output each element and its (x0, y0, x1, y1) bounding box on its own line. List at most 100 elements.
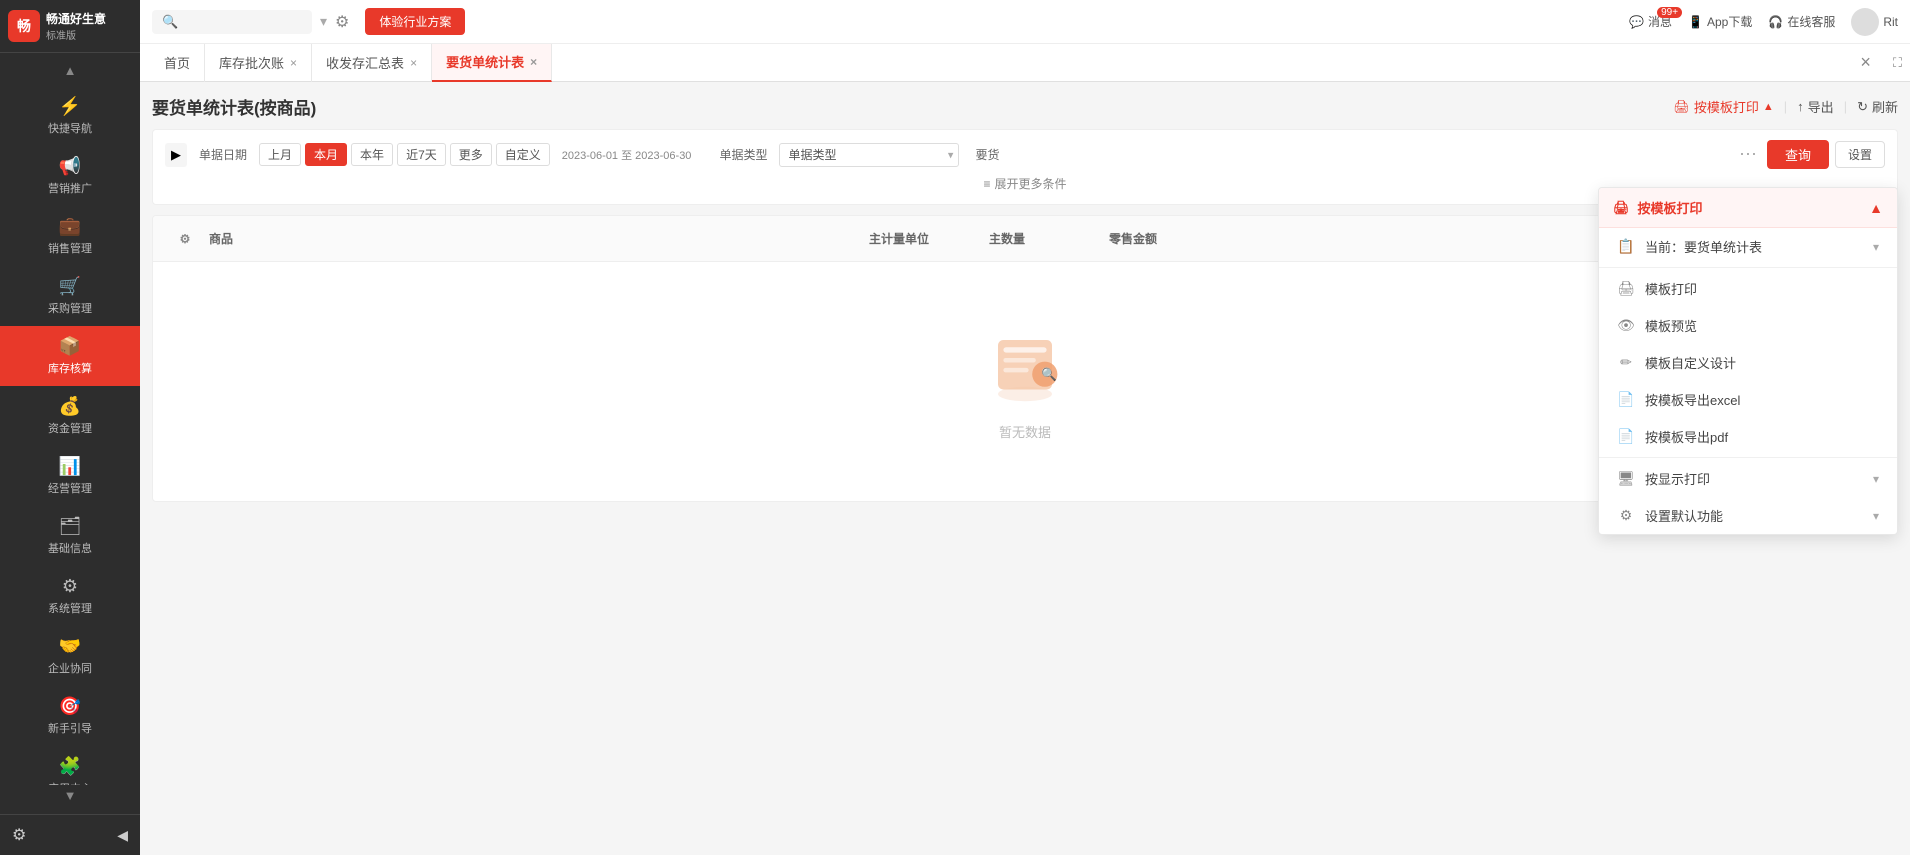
jichu-icon: 🗂 (59, 516, 82, 537)
sidebar-item-yingxiao[interactable]: 📢 营销推广 (0, 146, 140, 206)
print-template-dropdown: 🖨 按模板打印 ▲ 📋 当前：要货单统计表 ▾ 🖨 模板打印 (1598, 187, 1898, 535)
user-avatar-button[interactable]: Rit (1851, 8, 1898, 36)
message-icon: 💬 (1629, 15, 1644, 29)
filter-expand-arrow[interactable]: ▶ (165, 143, 187, 167)
dropdown-template-print[interactable]: 🖨 模板打印 (1599, 270, 1897, 307)
app-logo-text: 畅通好生意 标准版 (46, 10, 106, 42)
sidebar-item-label: 系统管理 (48, 600, 92, 616)
sidebar-item-jichu[interactable]: 🗂 基础信息 (0, 506, 140, 566)
tab-home[interactable]: 首页 (150, 44, 205, 82)
dropdown-template-preview[interactable]: 👁 模板预览 (1599, 307, 1897, 344)
sidebar-item-xinshou[interactable]: 🎯 新手引导 (0, 686, 140, 746)
empty-text: 暂无数据 (999, 422, 1051, 441)
table-col-unit: 主计量单位 (865, 224, 985, 253)
dropdown-template-design[interactable]: ✏ 模板自定义设计 (1599, 344, 1897, 381)
sidebar-item-jingying[interactable]: 📊 经营管理 (0, 446, 140, 506)
filter-more-icon[interactable]: ⋯ (1739, 144, 1757, 165)
print-chevron-up: ▲ (1763, 101, 1774, 113)
yaohuo-label: 要货 (975, 146, 999, 163)
dropdown-current-item[interactable]: 📋 当前：要货单统计表 ▾ (1599, 228, 1897, 265)
sidebar-scroll-down[interactable]: ▼ (0, 785, 140, 805)
export-button[interactable]: ↑ 导出 (1797, 97, 1834, 116)
tab-shoufa-close[interactable]: × (410, 56, 417, 70)
topbar-search-icon: 🔍 (162, 14, 178, 30)
industry-solution-button[interactable]: 体验行业方案 (365, 8, 465, 35)
sidebar-scroll-up[interactable]: ▲ (0, 60, 140, 80)
export-label: 导出 (1808, 97, 1834, 116)
refresh-label: 刷新 (1872, 97, 1898, 116)
sidebar-item-kuaijie[interactable]: ⚡ 快捷导航 (0, 86, 140, 146)
sidebar-item-label: 快捷导航 (48, 120, 92, 136)
avatar (1851, 8, 1879, 36)
online-service-button[interactable]: 🎧 在线客服 (1768, 13, 1835, 30)
date-btn-current[interactable]: 本月 (305, 143, 347, 166)
refresh-button[interactable]: ↻ 刷新 (1857, 97, 1898, 116)
tab-shoufa-label: 收发存汇总表 (326, 53, 404, 72)
xitong-icon: ⚙ (62, 576, 78, 597)
sidebar-item-label: 采购管理 (48, 300, 92, 316)
sidebar-item-kucun[interactable]: 📦 库存核算 (0, 326, 140, 386)
tab-yaohuo-close[interactable]: × (530, 55, 537, 69)
dropdown-display-print[interactable]: 🖥 按显示打印 ▾ (1599, 460, 1897, 497)
print-icon: 🖨 (1673, 99, 1690, 115)
export-pdf-label: 按模板导出pdf (1645, 427, 1728, 446)
refresh-icon: ↻ (1857, 99, 1868, 115)
tab-pici-close[interactable]: × (290, 56, 297, 70)
main-area: 🔍 ▾ ⚙ 体验行业方案 💬 消息 99+ 📱 App下载 🎧 在线客服 Rit (140, 0, 1910, 855)
filter-settings-button[interactable]: 设置 (1835, 141, 1885, 168)
filter-row: ▶ 单据日期 上月 本月 本年 近7天 更多 自定义 2023-06-01 至 … (165, 140, 1885, 169)
tabbar-expand-button[interactable]: ⛶ (1885, 55, 1910, 71)
date-btn-last7[interactable]: 近7天 (397, 143, 446, 166)
date-btn-custom[interactable]: 自定义 (496, 143, 550, 166)
date-btn-more[interactable]: 更多 (450, 143, 492, 166)
template-design-icon: ✏ (1617, 354, 1635, 371)
sidebar-item-label: 经营管理 (48, 480, 92, 496)
template-preview-label: 模板预览 (1645, 316, 1697, 335)
dropdown-export-excel[interactable]: 📄 按模板导出excel (1599, 381, 1897, 418)
messages-button[interactable]: 💬 消息 99+ (1629, 13, 1672, 30)
tab-yaohuo[interactable]: 要货单统计表 × (432, 44, 552, 82)
sidebar-item-caigou[interactable]: 🛒 采购管理 (0, 266, 140, 326)
sidebar-footer: ⚙ ◀ (0, 814, 140, 855)
sidebar-item-xiaoshou[interactable]: 💼 销售管理 (0, 206, 140, 266)
print-template-button[interactable]: 🖨 按模板打印 ▲ (1673, 97, 1773, 116)
action-divider2: | (1844, 99, 1847, 114)
close-all-tabs-button[interactable]: × (1846, 52, 1885, 73)
display-print-left: 🖥 按显示打印 (1617, 469, 1710, 488)
sidebar-item-weixin[interactable]: 💬 企业微信 (0, 806, 140, 814)
topbar-search-input[interactable] (184, 15, 302, 29)
display-print-label: 按显示打印 (1645, 469, 1710, 488)
dropdown-set-default[interactable]: ⚙ 设置默认功能 ▾ (1599, 497, 1897, 534)
date-btn-thisyear[interactable]: 本年 (351, 143, 393, 166)
topbar-search-box[interactable]: 🔍 (152, 10, 312, 34)
tab-shoufa[interactable]: 收发存汇总表 × (312, 44, 432, 82)
sidebar-item-xitong[interactable]: ⚙ 系统管理 (0, 566, 140, 626)
page-actions: 🖨 按模板打印 ▲ | ↑ 导出 | ↻ 刷新 (1673, 97, 1898, 116)
sidebar-collapse-icon[interactable]: ◀ (117, 827, 128, 844)
app-download-button[interactable]: 📱 App下载 (1688, 13, 1752, 30)
username-label: Rit (1883, 15, 1898, 29)
yingxiao-icon: 📢 (59, 156, 81, 177)
topbar: 🔍 ▾ ⚙ 体验行业方案 💬 消息 99+ 📱 App下载 🎧 在线客服 Rit (140, 0, 1910, 44)
order-type-select-wrapper[interactable]: 单据类型 (779, 143, 959, 167)
sidebar-settings-icon[interactable]: ⚙ (12, 825, 26, 845)
expand-arrow-icon: ▶ (171, 147, 181, 163)
table-col-gear[interactable]: ⚙ (165, 224, 205, 253)
xinshou-icon: 🎯 (59, 696, 81, 717)
sidebar-item-qiye[interactable]: 🤝 企业协同 (0, 626, 140, 686)
dropdown-export-pdf[interactable]: 📄 按模板导出pdf (1599, 418, 1897, 455)
export-pdf-icon: 📄 (1617, 428, 1635, 445)
date-btn-prev[interactable]: 上月 (259, 143, 301, 166)
page-title: 要货单统计表(按商品) (152, 94, 316, 119)
order-type-select[interactable]: 单据类型 (779, 143, 959, 167)
topbar-gear-icon[interactable]: ⚙ (335, 12, 349, 32)
sidebar-item-label: 基础信息 (48, 540, 92, 556)
query-button[interactable]: 查询 (1767, 140, 1829, 169)
dropdown-divider1 (1599, 267, 1897, 268)
sidebar-item-zijin[interactable]: 💰 资金管理 (0, 386, 140, 446)
dropdown-header-chevron[interactable]: ▲ (1869, 200, 1883, 216)
content-area: 要货单统计表(按商品) 🖨 按模板打印 ▲ | ↑ 导出 | ↻ 刷新 (140, 82, 1910, 855)
table-col-product: 商品 (205, 224, 865, 253)
tab-pici[interactable]: 库存批次账 × (205, 44, 312, 82)
topbar-dropdown-arrow[interactable]: ▾ (320, 13, 327, 30)
